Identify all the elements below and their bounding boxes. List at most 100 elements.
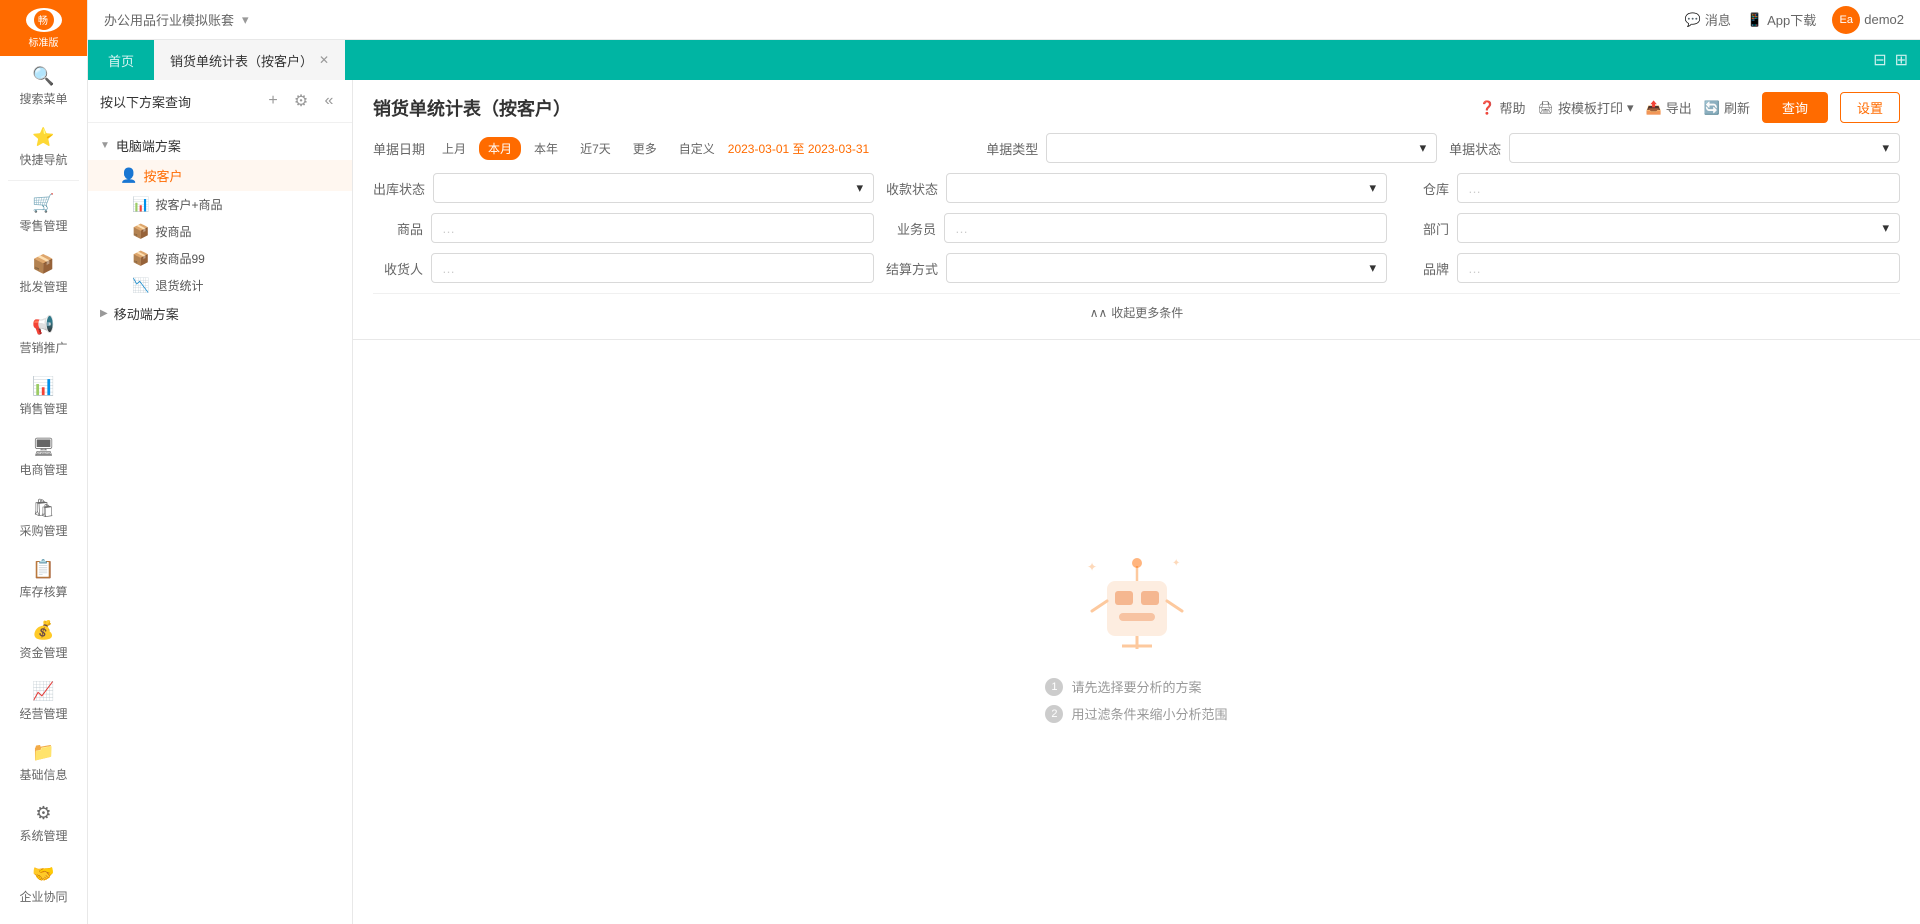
tree-item-by-product[interactable]: 📦 按商品 — [88, 218, 352, 245]
salesperson-control[interactable]: … — [944, 213, 1387, 243]
sidebar-item-quicknav[interactable]: ⭐ 快捷导航 — [0, 117, 87, 178]
header-title: 办公用品行业模拟账套 — [104, 10, 234, 29]
sidebar-item-finance[interactable]: 💰 资金管理 — [0, 610, 87, 671]
sidebar-item-label: 营销推广 — [19, 339, 67, 356]
app-download-btn[interactable]: 📱 App下载 — [1747, 10, 1816, 29]
sidebar-item-system[interactable]: ⚙ 系统管理 — [0, 793, 87, 854]
tab-close-icon[interactable]: ✕ — [319, 53, 329, 67]
tree-group-desktop: ▼ 电脑端方案 👤 按客户 📊 按客户+商品 📦 按商品 — [88, 131, 352, 299]
sidebar-item-operations[interactable]: 📈 经营管理 — [0, 671, 87, 732]
settlement-control[interactable]: ▾ — [946, 253, 1387, 283]
user-profile[interactable]: Ea demo2 — [1832, 6, 1904, 34]
tree-group-desktop-header[interactable]: ▼ 电脑端方案 — [88, 131, 352, 160]
tree-group-mobile-label: 移动端方案 — [114, 304, 179, 323]
filter-settlement: 结算方式 ▾ — [886, 253, 1387, 283]
sidebar-item-marketing[interactable]: 📢 营销推广 — [0, 305, 87, 366]
header-dropdown-icon[interactable]: ▾ — [242, 12, 249, 28]
tip-2-text: 用过滤条件来缩小分析范围 — [1071, 704, 1227, 723]
warehouse-control[interactable]: … — [1457, 173, 1900, 203]
marketing-icon: 📢 — [32, 315, 54, 336]
out-status-control[interactable]: ▾ — [433, 173, 874, 203]
brand-control[interactable]: … — [1457, 253, 1900, 283]
logo-icon: 畅 — [26, 8, 62, 32]
sidebar-item-sales[interactable]: 📊 销售管理 — [0, 366, 87, 427]
query-button[interactable]: 查询 — [1762, 92, 1828, 123]
sidebar-item-retail[interactable]: 🛒 零售管理 — [0, 183, 87, 244]
sidebar-item-label: 电商管理 — [19, 461, 67, 478]
filter-row-1: 单据日期 上月 本月 本年 近7天 更多 自定义 2023-03-01 至 20… — [373, 133, 1900, 163]
svg-text:✦: ✦ — [1172, 558, 1180, 569]
sidebar-item-basic[interactable]: 📁 基础信息 — [0, 732, 87, 793]
tree-group-mobile-header[interactable]: ▶ 移动端方案 — [88, 299, 352, 328]
export-label: 导出 — [1666, 98, 1692, 117]
tab-maximize-btn[interactable]: ⊞ — [1895, 50, 1908, 70]
product-control[interactable]: … — [431, 213, 874, 243]
page-title-row: 销货单统计表（按客户） ❓ 帮助 🖨 按模板打印 ▾ 📤 — [373, 92, 1900, 123]
date-btn-custom[interactable]: 自定义 — [670, 137, 724, 160]
sidebar-menu: 🔍 搜索菜单 ⭐ 快捷导航 🛒 零售管理 📦 批发管理 📢 营销推广 📊 销售管… — [0, 56, 87, 924]
sidebar-item-search[interactable]: 🔍 搜索菜单 — [0, 56, 87, 117]
sidebar-item-label: 库存核算 — [19, 583, 67, 600]
tip-1-text: 请先选择要分析的方案 — [1071, 677, 1201, 696]
filter-row-3: 商品 … 业务员 … 部门 — [373, 213, 1900, 243]
tip-2-num: 2 — [1045, 705, 1063, 723]
avatar: Ea — [1832, 6, 1860, 34]
brand-label: 品牌 — [1399, 259, 1449, 278]
tree-toggle-icon: ▼ — [100, 140, 110, 151]
sales-icon: 📊 — [32, 376, 54, 397]
sidebar-item-label: 快捷导航 — [19, 151, 67, 168]
empty-state: ✦ ✦ 1 请先选择要分析的方案 2 用过滤条件来缩小分析范围 — [353, 340, 1920, 924]
tab-bar-actions: ⊟ ⊞ — [1873, 50, 1920, 70]
template-print-btn[interactable]: 🖨 按模板打印 ▾ — [1538, 98, 1634, 117]
tree-item-return-stats[interactable]: 📉 退货统计 — [88, 272, 352, 299]
sidebar-item-newbie[interactable]: 🎯 新手引导 — [0, 915, 87, 924]
top-header: 办公用品行业模拟账套 ▾ 💬 消息 📱 App下载 Ea demo2 — [88, 0, 1920, 40]
message-btn[interactable]: 💬 消息 — [1685, 10, 1731, 29]
date-btn-7days[interactable]: 近7天 — [571, 137, 620, 160]
sidebar-item-purchase[interactable]: 🛍 采购管理 — [0, 488, 87, 549]
refresh-btn[interactable]: 🔄 刷新 — [1704, 98, 1750, 117]
settlement-dropdown-icon: ▾ — [1369, 260, 1376, 276]
sidebar-item-inventory[interactable]: 📋 库存核算 — [0, 549, 87, 610]
sidebar-item-ecommerce[interactable]: 🖥 电商管理 — [0, 427, 87, 488]
setting-button[interactable]: 设置 — [1840, 92, 1900, 123]
customer-product-icon: 📊 — [132, 196, 149, 213]
payment-status-control[interactable]: ▾ — [946, 173, 1387, 203]
order-status-control[interactable]: ▾ — [1509, 133, 1900, 163]
date-btn-more[interactable]: 更多 — [624, 137, 666, 160]
help-btn[interactable]: ❓ 帮助 — [1479, 98, 1525, 117]
tab-minimize-btn[interactable]: ⊟ — [1873, 50, 1886, 70]
tab-sales-stats[interactable]: 销货单统计表（按客户） ✕ — [154, 40, 345, 80]
scheme-add-btn[interactable]: + — [262, 90, 284, 112]
department-dropdown-icon: ▾ — [1882, 220, 1889, 236]
department-control[interactable]: ▾ — [1457, 213, 1900, 243]
export-icon: 📤 — [1646, 100, 1662, 116]
filter-row-2: 出库状态 ▾ 收款状态 ▾ — [373, 173, 1900, 203]
tree-group-mobile: ▶ 移动端方案 — [88, 299, 352, 328]
collapse-label: 收起更多条件 — [1111, 304, 1183, 321]
sidebar-item-wholesale[interactable]: 📦 批发管理 — [0, 244, 87, 305]
warehouse-label: 仓库 — [1399, 179, 1449, 198]
date-btn-this-year[interactable]: 本年 — [525, 137, 567, 160]
receiver-control[interactable]: … — [431, 253, 874, 283]
date-btn-this-month[interactable]: 本月 — [479, 137, 521, 160]
tree-item-customer-product[interactable]: 📊 按客户+商品 — [88, 191, 352, 218]
tree-item-by-customer[interactable]: 👤 按客户 — [88, 160, 352, 191]
main-area: 办公用品行业模拟账套 ▾ 💬 消息 📱 App下载 Ea demo2 首页 — [88, 0, 1920, 924]
filter-warehouse: 仓库 … — [1399, 173, 1900, 203]
sidebar-item-label: 经营管理 — [19, 705, 67, 722]
tab-home-label: 首页 — [108, 51, 134, 70]
inventory-icon: 📋 — [32, 559, 54, 580]
export-btn[interactable]: 📤 导出 — [1646, 98, 1692, 117]
tab-home[interactable]: 首页 — [88, 40, 154, 80]
order-type-control[interactable]: ▾ — [1046, 133, 1437, 163]
collapse-btn[interactable]: ∧∧ 收起更多条件 — [1084, 298, 1190, 327]
tree-item-product-99[interactable]: 📦 按商品99 — [88, 245, 352, 272]
date-btn-last-month[interactable]: 上月 — [433, 137, 475, 160]
sidebar-item-enterprise[interactable]: 🤝 企业协同 — [0, 854, 87, 915]
scheme-tree: ▼ 电脑端方案 👤 按客户 📊 按客户+商品 📦 按商品 — [88, 123, 352, 924]
main-content: 销货单统计表（按客户） ❓ 帮助 🖨 按模板打印 ▾ 📤 — [353, 80, 1920, 924]
scheme-collapse-btn[interactable]: « — [318, 90, 340, 112]
out-status-dropdown-icon: ▾ — [856, 180, 863, 196]
scheme-setting-btn[interactable]: ⚙ — [290, 90, 312, 112]
